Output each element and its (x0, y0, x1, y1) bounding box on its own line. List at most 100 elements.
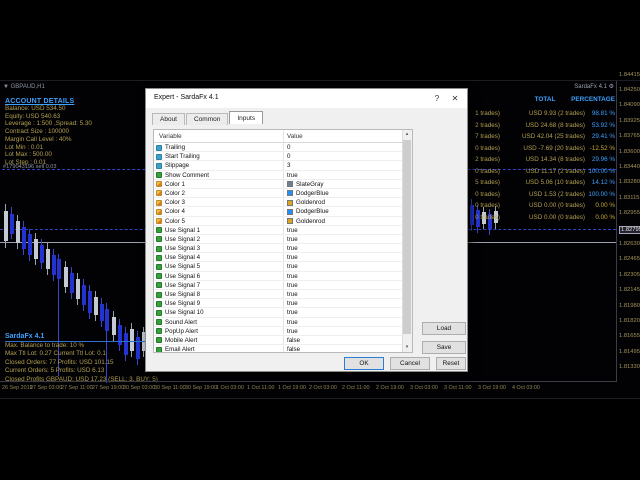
table-row[interactable]: Trailing 0 (154, 143, 405, 153)
variable-value[interactable]: Goldenrod (296, 218, 325, 225)
variable-value[interactable]: Goldenrod (296, 199, 325, 206)
current-price-tag[interactable]: 1.82795 (619, 225, 640, 234)
tab-about[interactable]: About (152, 113, 185, 125)
time-axis-label[interactable]: 30 Sep 19:00 (185, 385, 217, 391)
table-row[interactable]: Use Signal 5 true (154, 262, 405, 272)
table-row[interactable]: Use Signal 2 true (154, 235, 405, 245)
inputs-scrollbar[interactable]: ▴ ▾ (402, 130, 412, 352)
price-axis-label[interactable]: 1.84250 (619, 87, 640, 93)
price-axis-label[interactable]: 1.83115 (619, 195, 640, 201)
cancel-button[interactable]: Cancel (390, 357, 430, 370)
close-icon[interactable]: ✕ (447, 92, 463, 105)
price-axis-label[interactable]: 1.83280 (619, 179, 640, 185)
table-row[interactable]: Start Trailing 0 (154, 152, 405, 162)
table-row[interactable]: Email Alert false (154, 345, 405, 352)
table-row[interactable]: Use Signal 7 true (154, 281, 405, 290)
variable-value[interactable]: true (287, 319, 298, 326)
table-row[interactable]: Use Signal 1 true (154, 226, 405, 235)
variable-value[interactable]: true (287, 236, 298, 243)
price-axis-label[interactable]: 1.81495 (619, 349, 640, 355)
price-axis-label[interactable]: 1.84415 (619, 72, 640, 78)
time-axis-label[interactable]: 27 Sep 11:00 (61, 385, 93, 391)
help-button[interactable]: ? (429, 92, 445, 105)
price-axis-label[interactable]: 1.82305 (619, 272, 640, 278)
table-row[interactable]: Use Signal 10 true (154, 308, 405, 318)
tab-common[interactable]: Common (186, 113, 229, 125)
collapse-triangle-icon[interactable]: ▼ (3, 84, 9, 90)
time-axis-label[interactable]: 1 Oct 19:00 (278, 385, 306, 391)
variable-value[interactable]: 3 (287, 162, 290, 169)
table-row[interactable]: Use Signal 6 true (154, 272, 405, 281)
table-row[interactable]: Color 3 Goldenrod (154, 198, 405, 208)
table-row[interactable]: PopUp Alert true (154, 327, 405, 336)
variable-value[interactable]: true (287, 282, 298, 289)
time-axis-label[interactable]: 1 Oct 11:00 (247, 385, 274, 391)
price-axis-label[interactable]: 1.81330 (619, 364, 640, 370)
variable-value[interactable]: true (287, 309, 298, 316)
price-axis-label[interactable]: 1.82465 (619, 256, 640, 262)
time-axis-label[interactable]: 27 Sep 19:00 (92, 385, 124, 391)
time-axis-label[interactable]: 27 Sep 03:00 (30, 385, 62, 391)
price-axis-label[interactable]: 1.83925 (619, 118, 640, 124)
table-row[interactable]: Color 1 SlateGray (154, 180, 405, 189)
ok-button[interactable]: OK (344, 357, 384, 370)
variable-value[interactable]: true (287, 227, 298, 234)
variable-value[interactable]: 0 (287, 153, 290, 160)
variable-value[interactable]: DodgerBlue (296, 208, 329, 215)
variable-value[interactable]: SlateGray (296, 181, 324, 188)
time-axis-label[interactable]: 4 Oct 03:00 (512, 385, 540, 391)
time-axis-label[interactable]: 26 Sep 2019 (2, 385, 33, 391)
variable-value[interactable]: true (287, 273, 298, 280)
variable-value[interactable]: DodgerBlue (296, 190, 329, 197)
price-axis-label[interactable]: 1.82145 (619, 287, 640, 293)
price-axis-label[interactable]: 1.81655 (619, 333, 640, 339)
column-header-value[interactable]: Value (287, 133, 303, 140)
reset-button[interactable]: Reset (436, 357, 466, 370)
variable-value[interactable]: true (287, 245, 298, 252)
price-axis-label[interactable]: 1.82955 (619, 210, 640, 216)
table-row[interactable]: Use Signal 9 true (154, 299, 405, 309)
time-axis-label[interactable]: 2 Oct 03:00 (309, 385, 337, 391)
variable-value[interactable]: false (287, 337, 300, 344)
time-axis-label[interactable]: 30 Sep 11:00 (154, 385, 186, 391)
table-row[interactable]: Slippage 3 (154, 161, 405, 171)
table-row[interactable]: Mobile Alert false (154, 336, 405, 346)
price-axis-label[interactable]: 1.84090 (619, 102, 640, 108)
time-axis-label[interactable]: 3 Oct 03:00 (410, 385, 438, 391)
table-row[interactable]: Color 4 DodgerBlue (154, 207, 405, 217)
column-header-variable[interactable]: Variable (159, 133, 182, 140)
price-axis-label[interactable]: 1.81980 (619, 303, 640, 309)
dialog-titlebar[interactable]: Expert - SardaFx 4.1 ? ✕ (146, 89, 467, 108)
table-row[interactable]: Use Signal 3 true (154, 244, 405, 254)
variable-value[interactable]: true (287, 254, 298, 261)
scrollbar-thumb[interactable] (403, 140, 411, 334)
variable-value[interactable]: true (287, 172, 298, 179)
time-axis-label[interactable]: 2 Oct 19:00 (376, 385, 404, 391)
time-axis-label[interactable]: 30 Sep 03:00 (123, 385, 155, 391)
time-axis-label[interactable]: 2 Oct 11:00 (342, 385, 369, 391)
price-axis-label[interactable]: 1.83440 (619, 164, 640, 170)
price-axis-label[interactable]: 1.81820 (619, 318, 640, 324)
variable-value[interactable]: true (287, 328, 298, 335)
variable-value[interactable]: 0 (287, 144, 290, 151)
table-row[interactable]: Sound Alert true (154, 318, 405, 327)
table-row[interactable]: Color 5 Goldenrod (154, 217, 405, 226)
variable-value[interactable]: true (287, 300, 298, 307)
variable-value[interactable]: false (287, 346, 300, 352)
table-row[interactable]: Use Signal 4 true (154, 253, 405, 263)
price-axis-label[interactable]: 1.83765 (619, 133, 640, 139)
price-axis-label[interactable]: 1.83600 (619, 149, 640, 155)
scroll-up-icon[interactable]: ▴ (403, 130, 411, 139)
table-row[interactable]: Use Signal 8 true (154, 290, 405, 300)
variable-value[interactable]: true (287, 263, 298, 270)
time-axis-label[interactable]: 1 Oct 03:00 (216, 385, 244, 391)
tab-inputs[interactable]: Inputs (229, 111, 264, 124)
time-axis-label[interactable]: 3 Oct 11:00 (444, 385, 471, 391)
variable-value[interactable]: true (287, 291, 298, 298)
time-axis-label[interactable]: 3 Oct 19:00 (478, 385, 506, 391)
table-row[interactable]: Show Comment true (154, 171, 405, 180)
time-axis[interactable]: 26 Sep 2019 27 Sep 03:00 27 Sep 11:00 27 Se… (0, 383, 617, 397)
gear-icon[interactable]: ⚙ (609, 84, 614, 90)
price-axis-label[interactable]: 1.82630 (619, 241, 640, 247)
save-button[interactable]: Save (422, 341, 466, 354)
